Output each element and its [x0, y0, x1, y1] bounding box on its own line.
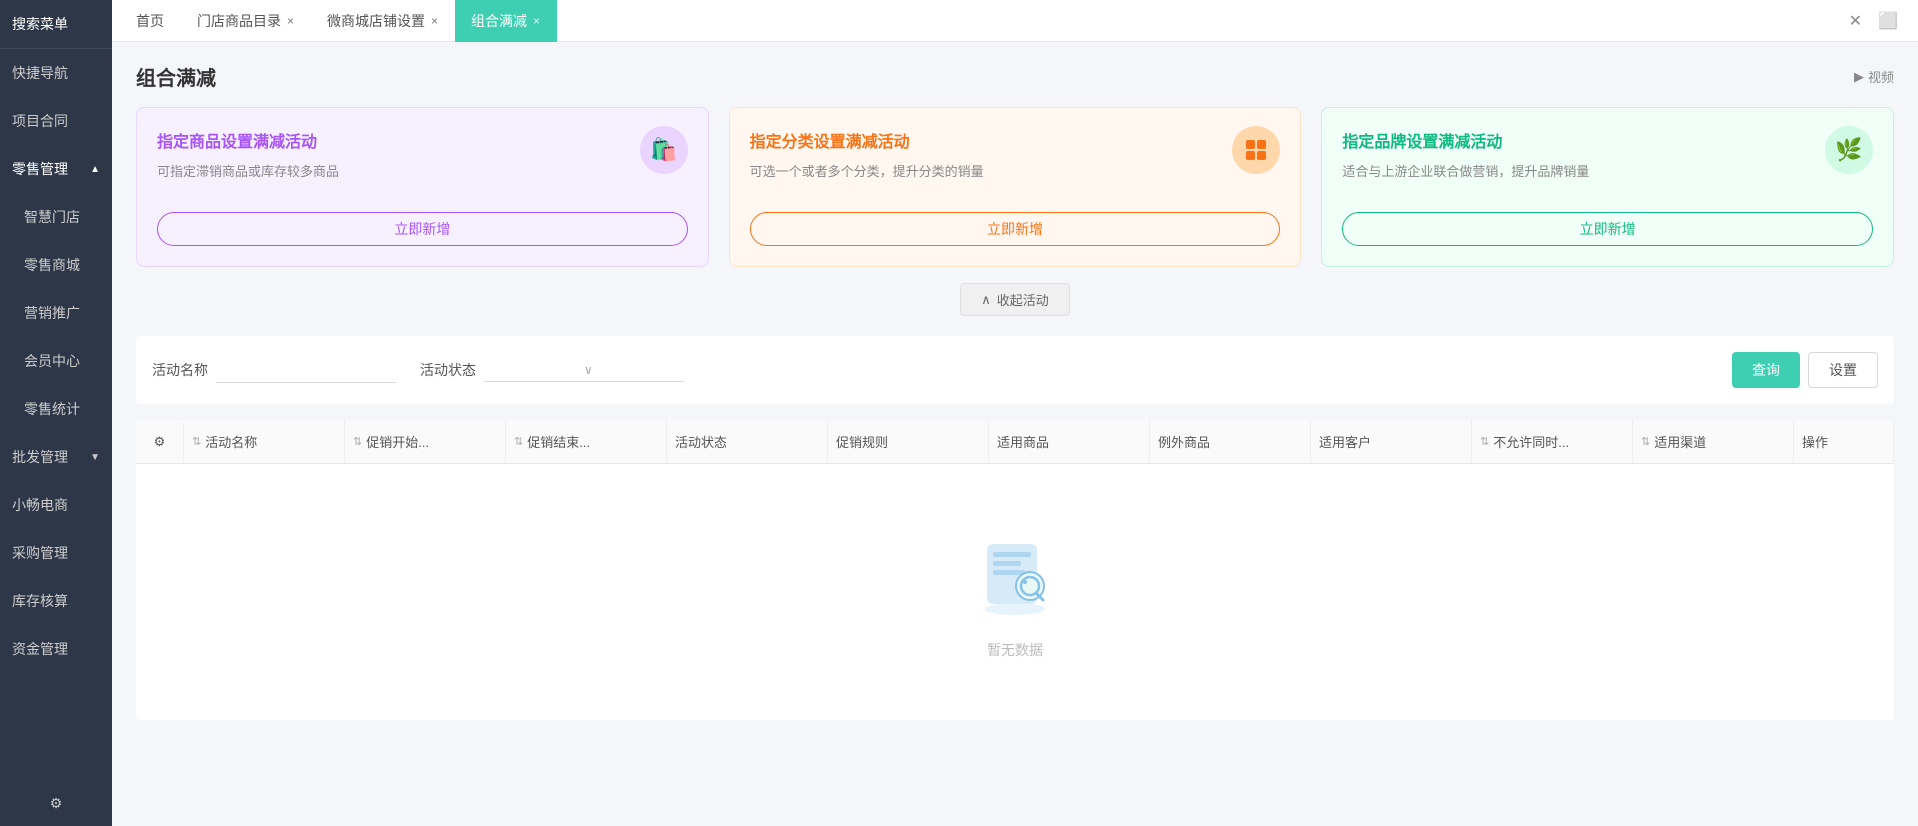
promo-cards-row: 指定商品设置满减活动 可指定滞销商品或库存较多商品 🛍️ 立即新增 指定分类设置… [136, 107, 1894, 267]
sidebar-item-retail-mgmt[interactable]: 零售管理 ▲ [0, 145, 112, 193]
th-name: ⇅ 活动名称 [184, 420, 345, 463]
query-button[interactable]: 查询 [1732, 352, 1800, 388]
filter-status-label: 活动状态 [420, 360, 476, 380]
collapse-activities-btn[interactable]: ∧ 收起活动 [960, 283, 1070, 316]
card-product-discount: 指定商品设置满减活动 可指定滞销商品或库存较多商品 🛍️ 立即新增 [136, 107, 709, 267]
sort-icon-concurrent[interactable]: ⇅ [1480, 435, 1489, 448]
main-area: 首页 门店商品目录 × 微商城店铺设置 × 组合满减 × ✕ ⬜ 组合满减 ▶ … [112, 0, 1918, 826]
sidebar-item-xiaochangecom[interactable]: 小畅电商 [0, 481, 112, 529]
play-icon: ▶ [1854, 69, 1864, 85]
tab-home[interactable]: 首页 [120, 0, 181, 42]
tab-close-combo-discount[interactable]: × [533, 14, 540, 28]
sidebar-item-inventory-calc[interactable]: 库存核算 [0, 577, 112, 625]
tab-wechat-store-settings[interactable]: 微商城店铺设置 × [311, 0, 455, 42]
empty-illustration [965, 524, 1065, 624]
card-category-discount-title: 指定分类设置满减活动 [750, 128, 1281, 152]
card-brand-discount-btn[interactable]: 立即新增 [1342, 212, 1873, 246]
page-header: 组合满减 ▶ 视频 [136, 62, 1894, 91]
th-end: ⇅ 促销结束... [506, 420, 667, 463]
video-link[interactable]: ▶ 视频 [1854, 67, 1894, 86]
card-category-discount-icon [1232, 126, 1280, 174]
window-maximize-icon[interactable]: ⬜ [1874, 9, 1902, 33]
table-header: ⚙ ⇅ 活动名称 ⇅ 促销开始... ⇅ 促销结束... 活动状态 [136, 420, 1894, 464]
table-settings-icon: ⚙ [154, 434, 166, 450]
card-product-discount-title: 指定商品设置满减活动 [157, 128, 688, 152]
th-no-concurrent: ⇅ 不允许同时... [1472, 420, 1633, 463]
sort-icon-name[interactable]: ⇅ [192, 435, 201, 448]
sidebar-item-marketing[interactable]: 营销推广 [0, 289, 112, 337]
th-except: 例外商品 [1150, 420, 1311, 463]
th-ops: 操作 [1794, 420, 1894, 463]
th-channel: ⇅ 适用渠道 [1633, 420, 1794, 463]
chevron-down-icon: ▼ [90, 452, 100, 463]
card-brand-discount: 指定品牌设置满减活动 适合与上游企业联合做营销，提升品牌销量 🌿 立即新增 [1321, 107, 1894, 267]
window-close-icon[interactable]: ✕ [1845, 9, 1866, 33]
th-customer: 适用客户 [1311, 420, 1472, 463]
tab-close-store-catalog[interactable]: × [287, 14, 294, 28]
settings-bottom[interactable]: ⚙ [0, 781, 112, 826]
card-brand-discount-desc: 适合与上游企业联合做营销，提升品牌销量 [1342, 162, 1873, 198]
settings-button[interactable]: 设置 [1808, 352, 1878, 388]
th-rule: 促销规则 [828, 420, 989, 463]
tab-combo-discount[interactable]: 组合满减 × [455, 0, 557, 42]
th-goods: 适用商品 [989, 420, 1150, 463]
page-content: 组合满减 ▶ 视频 指定商品设置满减活动 可指定滞销商品或库存较多商品 🛍️ 立… [112, 42, 1918, 826]
filter-name-label: 活动名称 [152, 360, 208, 380]
tab-bar: 首页 门店商品目录 × 微商城店铺设置 × 组合满减 × ✕ ⬜ [112, 0, 1918, 42]
card-category-discount-btn[interactable]: 立即新增 [750, 212, 1281, 246]
sidebar-item-purchase-mgmt[interactable]: 采购管理 [0, 529, 112, 577]
sidebar-item-member-center[interactable]: 会员中心 [0, 337, 112, 385]
empty-state: 暂无数据 [136, 464, 1894, 720]
card-product-discount-icon: 🛍️ [640, 126, 688, 174]
sidebar-item-retail-mall[interactable]: 零售商城 [0, 241, 112, 289]
sort-icon-start[interactable]: ⇅ [353, 435, 362, 448]
window-controls: ✕ ⬜ [1845, 9, 1910, 33]
sidebar-item-fund-mgmt[interactable]: 资金管理 [0, 625, 112, 673]
sidebar-item-project-contract[interactable]: 项目合同 [0, 97, 112, 145]
card-product-discount-desc: 可指定滞销商品或库存较多商品 [157, 162, 688, 198]
filter-status-item: 活动状态 ∨ [420, 359, 684, 382]
sort-icon-channel[interactable]: ⇅ [1641, 435, 1650, 448]
th-start: ⇅ 促销开始... [345, 420, 506, 463]
collapse-bar: ∧ 收起活动 [136, 283, 1894, 316]
data-table: ⚙ ⇅ 活动名称 ⇅ 促销开始... ⇅ 促销结束... 活动状态 [136, 420, 1894, 720]
filter-actions: 查询 设置 [1732, 352, 1878, 388]
chevron-down-icon: ∨ [584, 363, 684, 377]
tab-close-wechat-store-settings[interactable]: × [431, 14, 438, 28]
sidebar-search[interactable]: 搜索菜单 [0, 0, 112, 49]
filter-row: 活动名称 活动状态 ∨ 查询 设置 [136, 336, 1894, 404]
sidebar: 搜索菜单 快捷导航 项目合同 零售管理 ▲ 智慧门店 零售商城 营销推广 会员中… [0, 0, 112, 826]
chevron-up-icon: ∧ [981, 292, 991, 308]
filter-status-select[interactable]: ∨ [484, 359, 684, 382]
sidebar-item-wholesale-mgmt[interactable]: 批发管理 ▼ [0, 433, 112, 481]
sidebar-item-smart-store[interactable]: 智慧门店 [0, 193, 112, 241]
sort-icon-end[interactable]: ⇅ [514, 435, 523, 448]
card-product-discount-btn[interactable]: 立即新增 [157, 212, 688, 246]
filter-name-input[interactable] [216, 358, 396, 383]
card-brand-discount-icon: 🌿 [1825, 126, 1873, 174]
card-brand-discount-title: 指定品牌设置满减活动 [1342, 128, 1873, 152]
card-category-discount-desc: 可选一个或者多个分类，提升分类的销量 [750, 162, 1281, 198]
page-title: 组合满减 [136, 62, 216, 91]
gear-icon: ⚙ [50, 795, 63, 812]
sidebar-item-quick-nav[interactable]: 快捷导航 [0, 49, 112, 97]
th-status: 活动状态 [667, 420, 828, 463]
chevron-up-icon: ▲ [90, 164, 100, 175]
empty-text: 暂无数据 [987, 640, 1043, 660]
filter-name-item: 活动名称 [152, 358, 396, 383]
tab-store-catalog[interactable]: 门店商品目录 × [181, 0, 311, 42]
sidebar-item-retail-stats[interactable]: 零售统计 [0, 385, 112, 433]
th-settings[interactable]: ⚙ [136, 422, 184, 462]
card-category-discount: 指定分类设置满减活动 可选一个或者多个分类，提升分类的销量 立即新增 [729, 107, 1302, 267]
